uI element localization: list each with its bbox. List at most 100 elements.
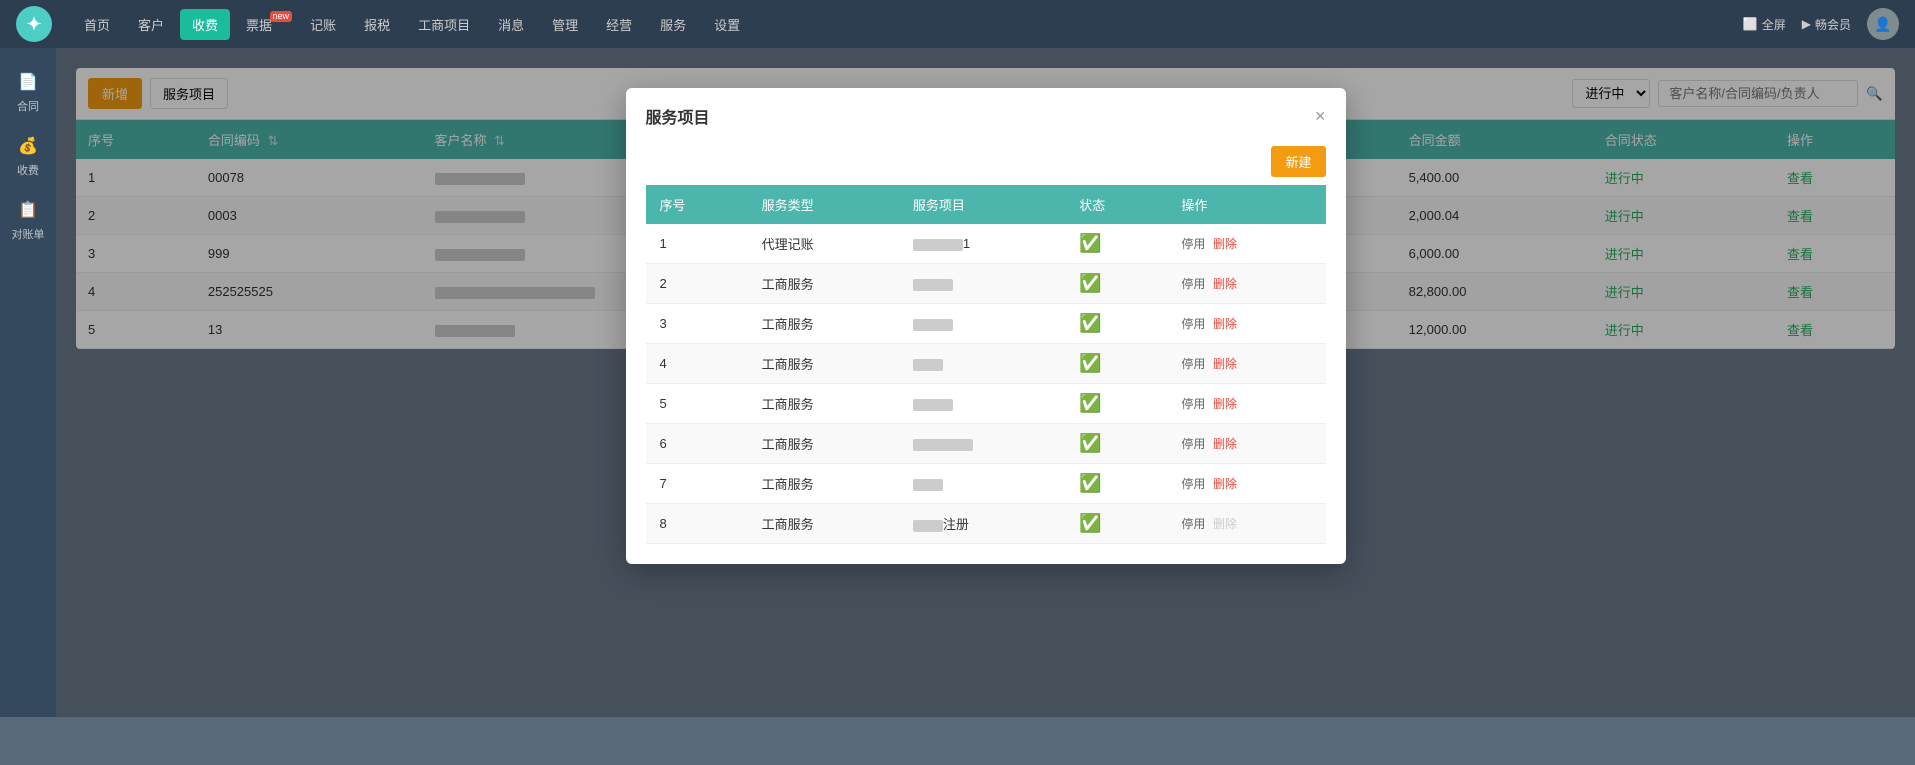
list-item: 7 工商服务 ✅ 停用 删除 [646, 464, 1326, 504]
modal-cell-action: 停用 删除 [1167, 424, 1325, 464]
modal-new-button[interactable]: 新建 [1271, 146, 1325, 177]
modal-cell-status: ✅ [1065, 464, 1167, 504]
modal-cell-item [899, 424, 1065, 464]
nav-bizproject[interactable]: 工商项目 [406, 9, 482, 40]
modal-header: 服务项目 × [626, 88, 1346, 138]
stop-button[interactable]: 停用 [1181, 475, 1205, 492]
modal-cell-type: 代理记账 [748, 224, 899, 264]
modal-cell-action: 停用 删除 [1167, 264, 1325, 304]
nav-menu: 首页 客户 收费 票据 new 记账 报税 工商项目 消息 管理 经营 服务 设… [72, 9, 1743, 40]
nav-message[interactable]: 消息 [486, 9, 536, 40]
modal-col-type: 服务类型 [748, 185, 899, 224]
delete-button[interactable]: 删除 [1213, 395, 1237, 412]
modal-col-action: 操作 [1167, 185, 1325, 224]
sidebar-item-statement[interactable]: 📋 对账单 [0, 188, 56, 252]
modal-cell-status: ✅ [1065, 344, 1167, 384]
nav-operation[interactable]: 经营 [594, 9, 644, 40]
delete-button[interactable]: 删除 [1213, 315, 1237, 332]
contract-icon: 📄 [16, 70, 40, 94]
modal-cell-status: ✅ [1065, 224, 1167, 264]
status-check-icon: ✅ [1079, 433, 1101, 453]
modal-cell-type: 工商服务 [748, 344, 899, 384]
list-item: 8 工商服务 注册 ✅ 停用 删除 [646, 504, 1326, 544]
nav-invoice[interactable]: 票据 new [234, 9, 294, 40]
nav-customer[interactable]: 客户 [126, 9, 176, 40]
nav-settings[interactable]: 设置 [702, 9, 752, 40]
service-items-modal: 服务项目 × 新建 序号 服务类型 服务项目 状态 操作 1 代理记账 [626, 88, 1346, 564]
modal-cell-seq: 3 [646, 304, 748, 344]
delete-button[interactable]: 删除 [1213, 355, 1237, 372]
app-logo: ✦ [16, 6, 52, 42]
modal-col-item: 服务项目 [899, 185, 1065, 224]
sidebar-item-billing[interactable]: 💰 收费 [0, 124, 56, 188]
modal-cell-status: ✅ [1065, 504, 1167, 544]
status-check-icon: ✅ [1079, 353, 1101, 373]
modal-cell-seq: 4 [646, 344, 748, 384]
nav-bookkeeping[interactable]: 记账 [298, 9, 348, 40]
service-items-table: 序号 服务类型 服务项目 状态 操作 1 代理记账 1 ✅ 停用 删除 2 工商 [646, 185, 1326, 544]
modal-cell-item: 1 [899, 224, 1065, 264]
status-check-icon: ✅ [1079, 393, 1101, 413]
modal-cell-status: ✅ [1065, 424, 1167, 464]
modal-cell-seq: 7 [646, 464, 748, 504]
list-item: 5 工商服务 ✅ 停用 删除 [646, 384, 1326, 424]
new-badge: new [270, 11, 293, 22]
modal-cell-status: ✅ [1065, 264, 1167, 304]
status-check-icon: ✅ [1079, 473, 1101, 493]
nav-tax[interactable]: 报税 [352, 9, 402, 40]
list-item: 6 工商服务 ✅ 停用 删除 [646, 424, 1326, 464]
stop-button[interactable]: 停用 [1181, 275, 1205, 292]
stop-button[interactable]: 停用 [1181, 435, 1205, 452]
modal-col-status: 状态 [1065, 185, 1167, 224]
list-item: 2 工商服务 ✅ 停用 删除 [646, 264, 1326, 304]
avatar[interactable]: 👤 [1867, 8, 1899, 40]
modal-cell-action: 停用 删除 [1167, 344, 1325, 384]
stop-button[interactable]: 停用 [1181, 355, 1205, 372]
delete-button[interactable]: 删除 [1213, 435, 1237, 452]
modal-cell-seq: 2 [646, 264, 748, 304]
sidebar-label-billing: 收费 [17, 162, 39, 178]
stop-button[interactable]: 停用 [1181, 515, 1205, 532]
stop-button[interactable]: 停用 [1181, 395, 1205, 412]
nav-service[interactable]: 服务 [648, 9, 698, 40]
member-button[interactable]: ▶ 畅会员 [1802, 16, 1851, 33]
delete-button[interactable]: 删除 [1213, 275, 1237, 292]
modal-cell-action: 停用 删除 [1167, 224, 1325, 264]
nav-right-area: ⬜ 全屏 ▶ 畅会员 👤 [1743, 8, 1899, 40]
modal-cell-type: 工商服务 [748, 464, 899, 504]
nav-billing[interactable]: 收费 [180, 9, 230, 40]
modal-toolbar: 新建 [626, 138, 1346, 185]
modal-cell-type: 工商服务 [748, 424, 899, 464]
modal-cell-seq: 5 [646, 384, 748, 424]
modal-cell-action: 停用 删除 [1167, 304, 1325, 344]
delete-button[interactable]: 删除 [1213, 235, 1237, 252]
nav-manage[interactable]: 管理 [540, 9, 590, 40]
modal-cell-item [899, 384, 1065, 424]
modal-cell-action: 停用 删除 [1167, 504, 1325, 544]
fullscreen-button[interactable]: ⬜ 全屏 [1743, 16, 1786, 33]
modal-cell-seq: 1 [646, 224, 748, 264]
left-sidebar: 📄 合同 💰 收费 📋 对账单 [0, 48, 56, 717]
sidebar-label-contract: 合同 [17, 98, 39, 114]
modal-close-button[interactable]: × [1315, 107, 1326, 125]
stop-button[interactable]: 停用 [1181, 235, 1205, 252]
modal-cell-item [899, 304, 1065, 344]
status-check-icon: ✅ [1079, 513, 1101, 533]
stop-button[interactable]: 停用 [1181, 315, 1205, 332]
modal-col-seq: 序号 [646, 185, 748, 224]
modal-cell-item [899, 264, 1065, 304]
modal-cell-seq: 6 [646, 424, 748, 464]
modal-cell-status: ✅ [1065, 384, 1167, 424]
modal-cell-item [899, 344, 1065, 384]
status-check-icon: ✅ [1079, 273, 1101, 293]
modal-overlay[interactable]: 服务项目 × 新建 序号 服务类型 服务项目 状态 操作 1 代理记账 [56, 48, 1915, 717]
modal-cell-type: 工商服务 [748, 384, 899, 424]
top-navigation: ✦ 首页 客户 收费 票据 new 记账 报税 工商项目 消息 管理 经营 服务… [0, 0, 1915, 48]
modal-cell-item [899, 464, 1065, 504]
delete-button[interactable]: 删除 [1213, 475, 1237, 492]
sidebar-item-contract[interactable]: 📄 合同 [0, 60, 56, 124]
modal-title: 服务项目 [646, 104, 710, 128]
nav-home[interactable]: 首页 [72, 9, 122, 40]
delete-button[interactable]: 删除 [1213, 515, 1237, 532]
list-item: 3 工商服务 ✅ 停用 删除 [646, 304, 1326, 344]
